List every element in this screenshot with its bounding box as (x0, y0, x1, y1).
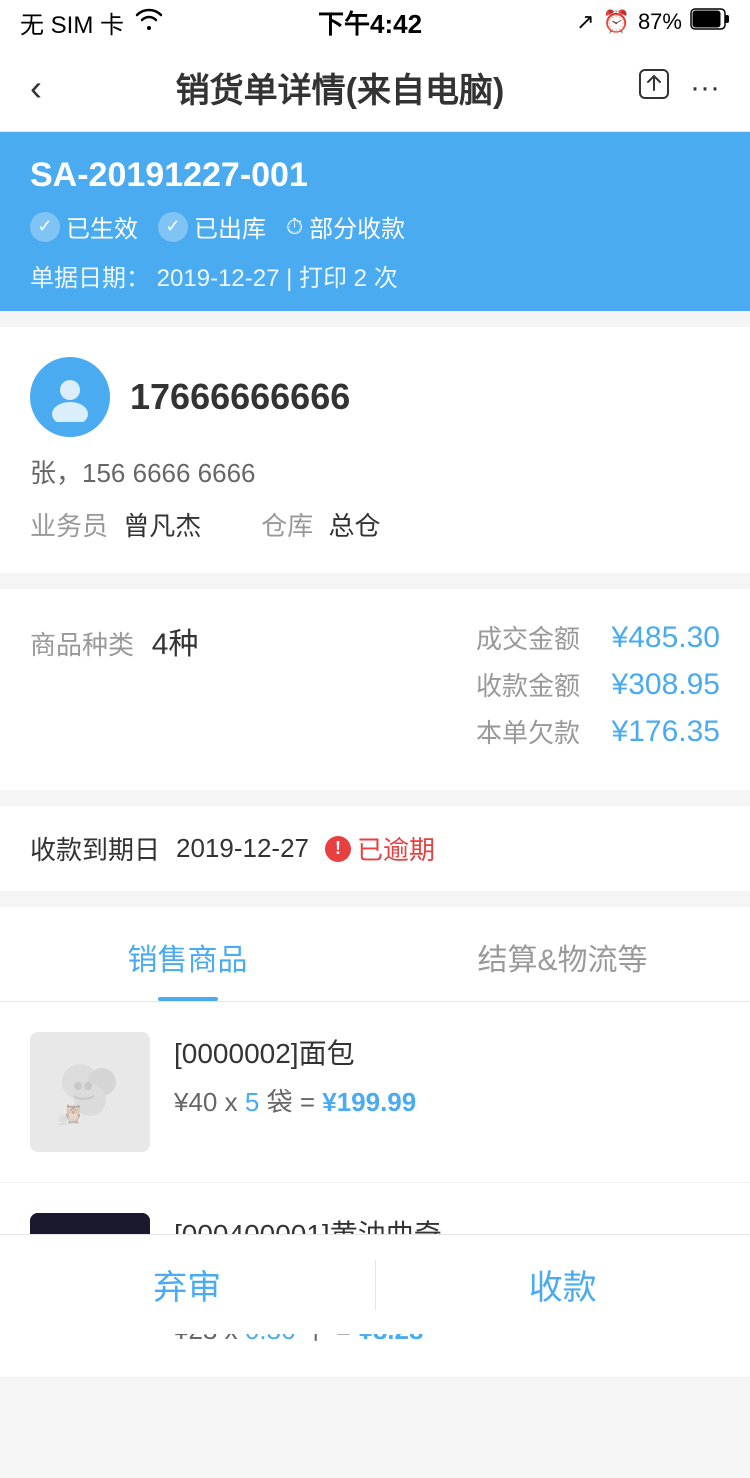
tab-sales[interactable]: 销售商品 (0, 907, 375, 1001)
alarm-icon: ⏰ (603, 9, 630, 35)
more-icon[interactable]: ··· (690, 71, 720, 105)
payment-due-label: 收款到期日 (30, 830, 160, 867)
product-qty-1: 5 (245, 1087, 259, 1117)
order-meta: 单据日期： 2019-12-27 | 打印 2 次 (30, 258, 720, 293)
wifi-icon (134, 8, 164, 37)
product-total-1: ¥199.99 (322, 1087, 416, 1117)
table-row: 🦉 量+ [0000002]面包 ¥40 x 5 袋 = ¥199.99 (0, 1002, 750, 1183)
transaction-label: 成交金额 (476, 619, 580, 656)
status-bar: 无 SIM 卡 下午4:42 ↗ ⏰ 87% (0, 0, 750, 44)
transaction-value: ¥485.30 (600, 621, 720, 655)
payment-due-date: 2019-12-27 (176, 833, 309, 864)
check-icon-1: ✓ (30, 212, 60, 242)
location-icon: ↗ (576, 9, 594, 35)
collection-label: 收款金额 (476, 666, 580, 703)
overdue-text: 已逾期 (357, 830, 435, 867)
order-header: SA-20191227-001 ✓ 已生效 ✓ 已出库 ⏱ 部分收款 单据日期：… (0, 132, 750, 311)
status-left: 无 SIM 卡 (20, 5, 164, 40)
customer-avatar (30, 357, 110, 437)
confirm-button[interactable]: 收款 (376, 1240, 750, 1329)
salesperson-label: 业务员 (30, 511, 108, 541)
product-type-value: 4种 (152, 628, 199, 661)
salesperson-value: 曾凡杰 (123, 511, 201, 541)
status-right: ↗ ⏰ 87% (576, 8, 730, 36)
battery-icon (690, 8, 730, 36)
summary-section: 商品种类 4种 成交金额 ¥485.30 收款金额 ¥308.95 本单欠款 ¥… (0, 589, 750, 790)
badge-shipped: ✓ 已出库 (158, 209, 266, 244)
overdue-icon: ! (325, 836, 351, 862)
badge-effective: ✓ 已生效 (30, 209, 138, 244)
svg-text:量+: 量+ (58, 1115, 74, 1127)
status-time: 下午4:42 (318, 4, 422, 41)
tabs-container: 销售商品 结算&物流等 (0, 907, 750, 1002)
collection-row: 收款金额 ¥308.95 (476, 666, 720, 703)
back-button[interactable]: ‹ (30, 67, 42, 109)
customer-name-phone: 张，156 6666 6666 (30, 453, 720, 490)
collection-value: ¥308.95 (600, 668, 720, 702)
warehouse-label: 仓库 (261, 511, 313, 541)
salesperson-info: 业务员 曾凡杰 (30, 506, 201, 543)
check-icon-2: ✓ (158, 212, 188, 242)
product-price-1: ¥40 x 5 袋 = ¥199.99 (174, 1082, 720, 1119)
carrier-text: 无 SIM 卡 (20, 5, 124, 40)
payment-due-section: 收款到期日 2019-12-27 ! 已逾期 (0, 806, 750, 891)
order-badges: ✓ 已生效 ✓ 已出库 ⏱ 部分收款 (30, 209, 720, 244)
customer-meta: 业务员 曾凡杰 仓库 总仓 (30, 506, 720, 543)
badge-partial-payment: ⏱ 部分收款 (286, 209, 405, 244)
cancel-button[interactable]: 弃审 (0, 1240, 375, 1329)
share-icon[interactable] (638, 68, 670, 108)
battery-text: 87% (638, 9, 682, 35)
product-type-info: 商品种类 4种 (30, 619, 198, 663)
nav-bar: ‹ 销货单详情(来自电脑) ··· (0, 44, 750, 132)
product-name-1: [0000002]面包 (174, 1032, 720, 1072)
product-thumbnail-1: 🦉 量+ (30, 1032, 150, 1152)
order-id: SA-20191227-001 (30, 156, 720, 195)
bottom-bar: 弃审 收款 (0, 1234, 750, 1334)
nav-actions: ··· (638, 68, 720, 108)
clock-icon: ⏱ (286, 214, 303, 240)
debt-value: ¥176.35 (600, 715, 720, 749)
customer-row: 17666666666 (30, 357, 720, 437)
warehouse-value: 总仓 (329, 511, 381, 541)
debt-row: 本单欠款 ¥176.35 (476, 713, 720, 750)
transaction-row: 成交金额 ¥485.30 (476, 619, 720, 656)
product-type-label: 商品种类 (30, 630, 134, 660)
product-info-1: [0000002]面包 ¥40 x 5 袋 = ¥199.99 (174, 1032, 720, 1119)
warehouse-info: 仓库 总仓 (261, 506, 380, 543)
overdue-badge: ! 已逾期 (325, 830, 435, 867)
page-title: 销货单详情(来自电脑) (176, 63, 505, 112)
customer-phone: 17666666666 (130, 376, 350, 418)
amount-info: 成交金额 ¥485.30 收款金额 ¥308.95 本单欠款 ¥176.35 (476, 619, 720, 760)
debt-label: 本单欠款 (476, 713, 580, 750)
tab-settlement[interactable]: 结算&物流等 (375, 907, 750, 1001)
customer-section: 17666666666 张，156 6666 6666 业务员 曾凡杰 仓库 总… (0, 327, 750, 573)
